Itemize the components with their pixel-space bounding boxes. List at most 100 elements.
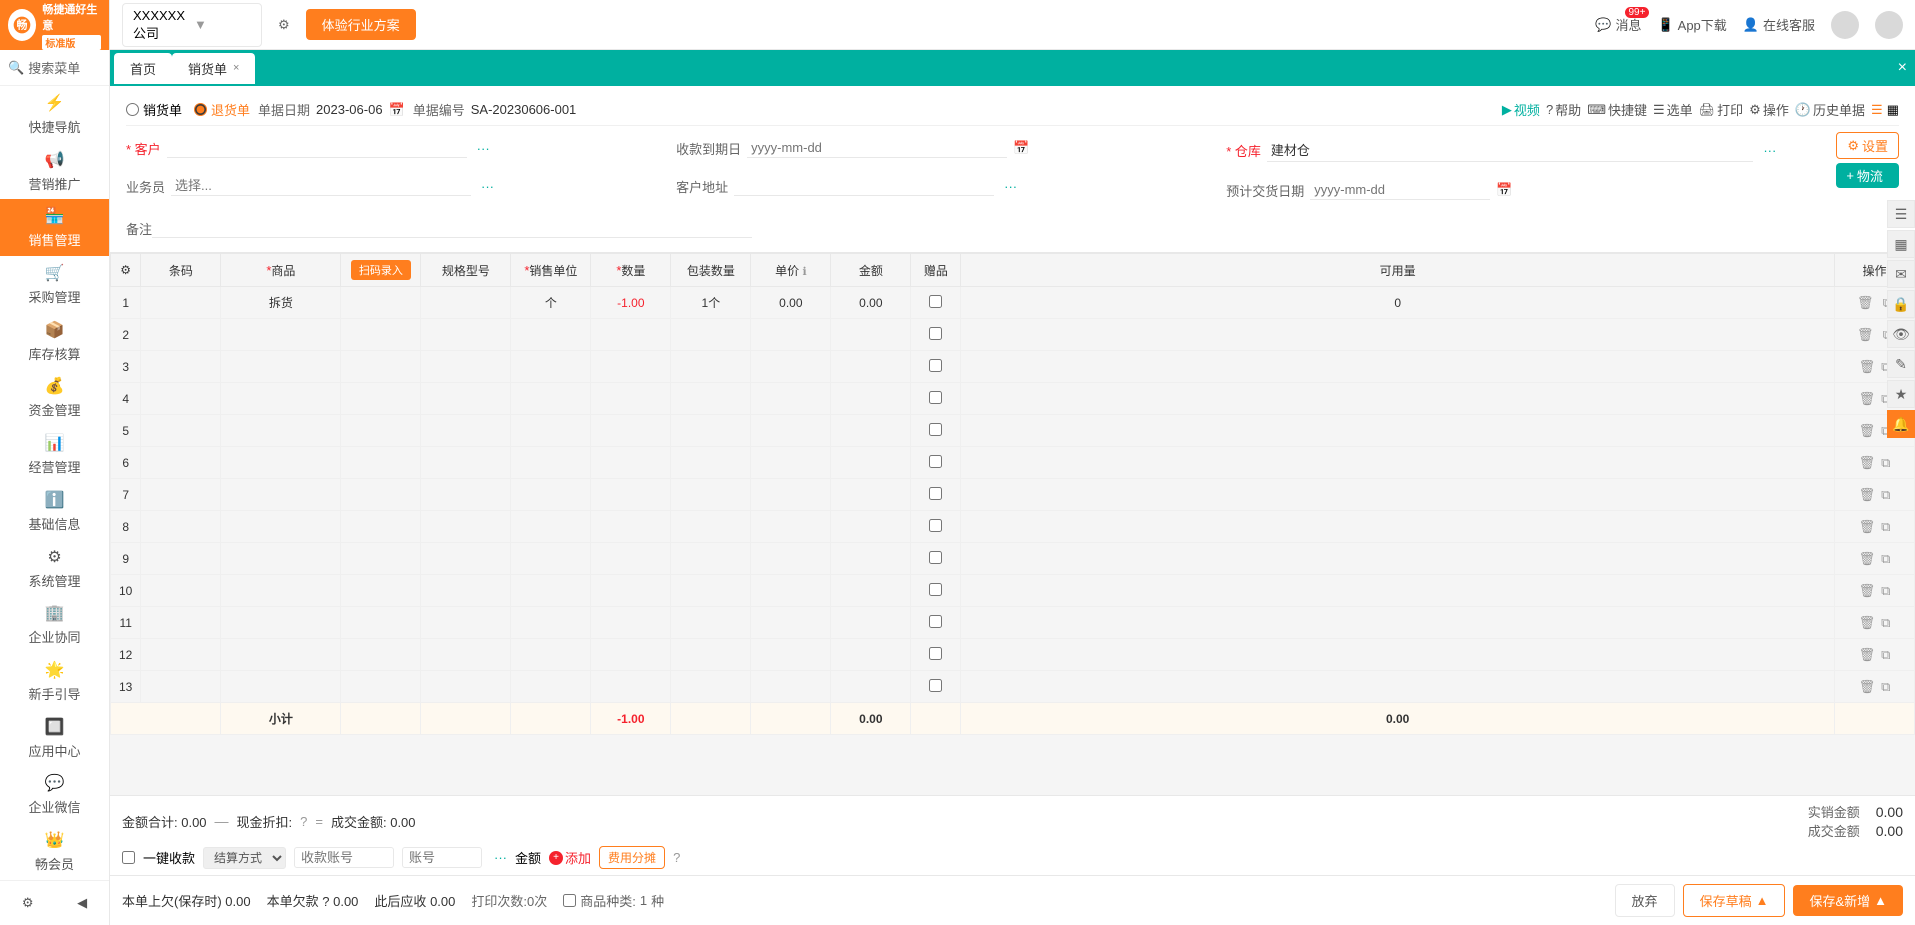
- float-btn-7[interactable]: ★: [1887, 380, 1915, 408]
- sidebar-item-appstore[interactable]: 🔲 应用中心: [0, 710, 109, 767]
- one-click-payment-checkbox[interactable]: [122, 851, 135, 864]
- row2-gift-checkbox[interactable]: [929, 327, 942, 340]
- row8-copy-icon[interactable]: ⧉: [1881, 519, 1890, 534]
- row10-delete-icon[interactable]: 🗑: [1859, 583, 1876, 598]
- grid-view-btn[interactable]: ▦: [1887, 102, 1899, 118]
- sidebar-item-inventory[interactable]: 📦 库存核算: [0, 313, 109, 370]
- warehouse-dots[interactable]: ···: [1763, 143, 1776, 158]
- fee-help-icon[interactable]: ?: [673, 850, 680, 865]
- account-no-input[interactable]: [402, 847, 482, 868]
- row7-copy-icon[interactable]: ⧉: [1881, 487, 1890, 502]
- row1-barcode[interactable]: [141, 287, 221, 319]
- row7-delete-icon[interactable]: 🗑: [1859, 487, 1876, 502]
- row1-gift-checkbox[interactable]: [929, 295, 942, 308]
- row13-delete-icon[interactable]: 🗑: [1859, 679, 1876, 694]
- row11-copy-icon[interactable]: ⧉: [1881, 615, 1890, 630]
- doc-debt-help-icon[interactable]: ?: [322, 894, 329, 909]
- user-avatar2[interactable]: [1875, 11, 1903, 39]
- scan-btn[interactable]: 扫码录入: [351, 260, 411, 280]
- sidebar-item-wechat[interactable]: 💬 企业微信: [0, 767, 109, 824]
- row8-delete-icon[interactable]: 🗑: [1859, 519, 1876, 534]
- close-all-tabs-button[interactable]: ×: [1898, 59, 1907, 77]
- row9-copy-icon[interactable]: ⧉: [1881, 551, 1890, 566]
- row2-product[interactable]: [221, 319, 341, 351]
- customer-addr-dots[interactable]: ···: [1004, 179, 1017, 194]
- docno-value[interactable]: SA-20230606-001: [471, 102, 577, 117]
- fee-split-button[interactable]: 费用分摊: [599, 846, 665, 869]
- tab-sale-order[interactable]: 销货单 ×: [172, 53, 255, 84]
- customer-input[interactable]: [167, 138, 467, 158]
- settings-button[interactable]: ⚙ 设置: [1836, 132, 1899, 159]
- discard-button[interactable]: 放弃: [1615, 884, 1675, 917]
- row12-copy-icon[interactable]: ⧉: [1881, 647, 1890, 662]
- online-support-button[interactable]: 👤 在线客服: [1743, 15, 1815, 34]
- expected-date-calendar-icon[interactable]: 📅: [1496, 182, 1512, 198]
- history-btn[interactable]: 🕐 历史单据: [1795, 100, 1865, 119]
- row1-amount[interactable]: 0.00: [831, 287, 911, 319]
- sidebar-collapse[interactable]: ◀: [73, 887, 91, 919]
- row1-product[interactable]: 拆货: [221, 287, 341, 319]
- save-new-button[interactable]: 保存&新增 ▲: [1793, 885, 1903, 916]
- float-btn-1[interactable]: ☰: [1887, 200, 1915, 228]
- sidebar-item-sales[interactable]: 🏪 销售管理: [0, 199, 109, 256]
- due-date-input[interactable]: [747, 138, 1007, 158]
- list-view-btn[interactable]: ☰: [1871, 102, 1883, 118]
- row6-copy-icon[interactable]: ⧉: [1881, 455, 1890, 470]
- row2-gift[interactable]: [911, 319, 961, 351]
- customer-addr-input[interactable]: [734, 176, 994, 196]
- operate-btn[interactable]: ⚙ 操作: [1749, 100, 1789, 119]
- row2-amount[interactable]: [831, 319, 911, 351]
- salesperson-input[interactable]: [171, 176, 471, 196]
- flow-button[interactable]: + 物流: [1836, 163, 1899, 188]
- float-btn-4[interactable]: 🔒: [1887, 290, 1915, 318]
- tab-close-icon[interactable]: ×: [233, 62, 239, 74]
- date-value[interactable]: 2023-06-06: [316, 102, 383, 117]
- col-scan[interactable]: 扫码录入: [341, 254, 421, 287]
- row12-delete-icon[interactable]: 🗑: [1859, 647, 1876, 662]
- row1-pkg-qty[interactable]: 1个: [671, 287, 751, 319]
- topbar-gear-button[interactable]: ⚙: [270, 13, 298, 37]
- tab-home[interactable]: 首页: [114, 53, 172, 84]
- row1-delete-icon[interactable]: 🗑: [1857, 295, 1874, 310]
- user-avatar[interactable]: [1831, 11, 1859, 39]
- notes-input[interactable]: [152, 218, 752, 238]
- trial-button[interactable]: 体验行业方案: [306, 9, 416, 40]
- sidebar-settings[interactable]: ⚙: [18, 887, 38, 919]
- row2-unit[interactable]: [511, 319, 591, 351]
- radio-return-input[interactable]: [194, 103, 207, 116]
- radio-sale[interactable]: 销货单: [126, 100, 182, 119]
- float-btn-8[interactable]: 🔔: [1887, 410, 1915, 438]
- row2-pkg-qty[interactable]: [671, 319, 751, 351]
- row1-unit[interactable]: 个: [511, 287, 591, 319]
- row2-qty[interactable]: [591, 319, 671, 351]
- row2-spec[interactable]: [421, 319, 511, 351]
- row2-price[interactable]: [751, 319, 831, 351]
- print-btn[interactable]: 🖨 打印: [1699, 100, 1744, 119]
- sidebar-item-quick-nav[interactable]: ⚡ 快捷导航: [0, 86, 109, 143]
- sidebar-item-enterprise[interactable]: 🏢 企业协同: [0, 596, 109, 653]
- row1-price[interactable]: 0.00: [751, 287, 831, 319]
- float-btn-2[interactable]: ▦: [1887, 230, 1915, 258]
- row11-delete-icon[interactable]: 🗑: [1859, 615, 1876, 630]
- sidebar-item-basic[interactable]: ℹ️ 基础信息: [0, 483, 109, 540]
- float-btn-5[interactable]: 👁: [1887, 320, 1915, 348]
- row13-copy-icon[interactable]: ⧉: [1881, 679, 1890, 694]
- radio-return[interactable]: 退货单: [194, 100, 250, 119]
- float-btn-6[interactable]: ✎: [1887, 350, 1915, 378]
- search-menu[interactable]: 🔍 搜索菜单: [0, 50, 109, 86]
- row1-spec[interactable]: [421, 287, 511, 319]
- select-order-btn[interactable]: ☰ 选单: [1653, 100, 1693, 119]
- sidebar-item-operation[interactable]: 📊 经营管理: [0, 426, 109, 483]
- shortcut-btn[interactable]: ⌨ 快捷键: [1587, 100, 1647, 119]
- messages-button[interactable]: 💬 消息 99+: [1595, 15, 1641, 34]
- add-payment-button[interactable]: + 添加: [549, 848, 591, 867]
- col-settings[interactable]: ⚙: [111, 254, 141, 287]
- row2-delete-icon[interactable]: 🗑: [1857, 327, 1874, 342]
- sidebar-item-system[interactable]: ⚙ 系统管理: [0, 540, 109, 597]
- warehouse-value[interactable]: 建材仓: [1267, 138, 1753, 162]
- sidebar-item-purchase[interactable]: 🛒 采购管理: [0, 256, 109, 313]
- account-dots[interactable]: ···: [494, 850, 507, 865]
- calc-method-select[interactable]: 结算方式: [203, 847, 286, 869]
- video-btn[interactable]: ▶ 视频: [1502, 100, 1540, 119]
- float-btn-3[interactable]: ✉: [1887, 260, 1915, 288]
